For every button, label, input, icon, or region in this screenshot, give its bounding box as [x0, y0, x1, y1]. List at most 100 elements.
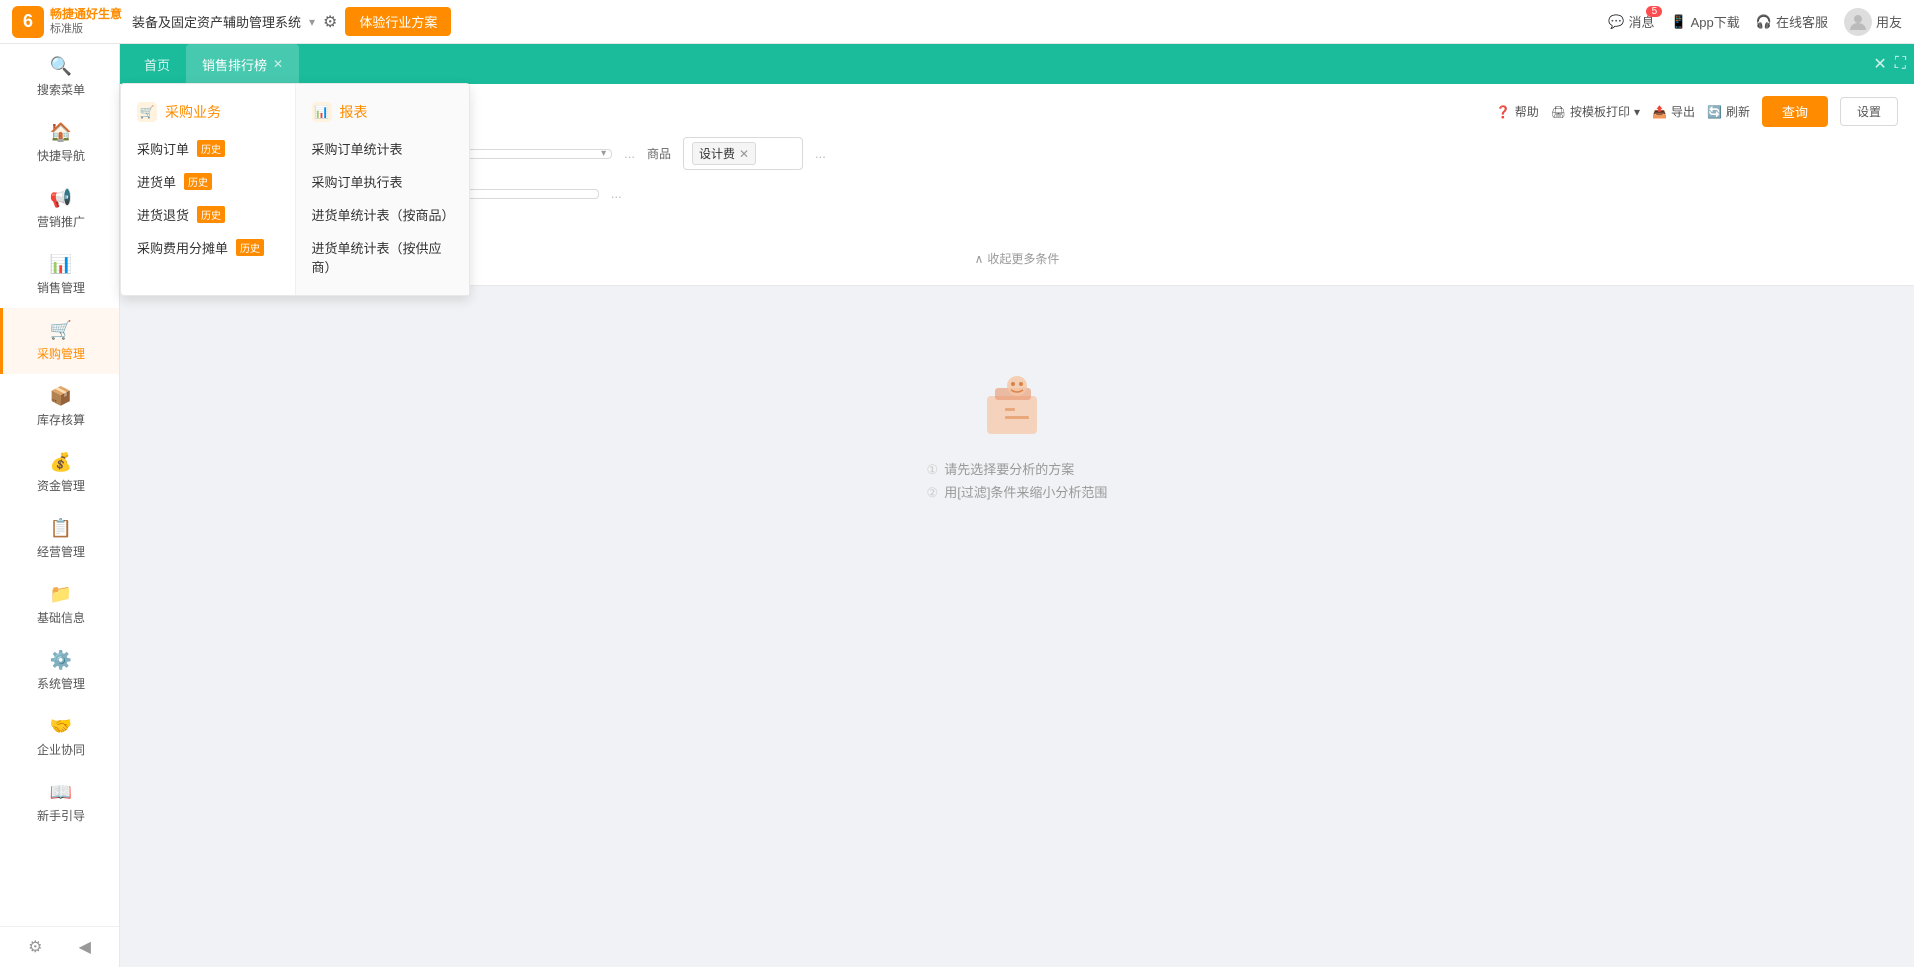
messages-icon: 💬: [1608, 14, 1624, 30]
history-tag-3: 历史: [236, 239, 264, 256]
header-right: 💬 5 消息 📱 App下载 🎧 在线客服 用友: [1608, 8, 1902, 36]
help-icon: ❓: [1496, 105, 1511, 119]
refresh-icon: 🔄: [1707, 105, 1722, 119]
sidebar-item-basic[interactable]: 📁 基础信息: [0, 572, 119, 638]
online-service-btn[interactable]: 🎧 在线客服: [1756, 12, 1828, 31]
system-icon: ⚙️: [50, 650, 72, 671]
product-tag: 设计费 ✕: [692, 142, 756, 165]
product-label: 商品: [647, 145, 671, 162]
logo-area: 6 畅捷通好生意 标准版: [12, 6, 132, 38]
sidebar-item-finance[interactable]: 💰 资金管理: [0, 440, 119, 506]
sidebar-label-finance: 资金管理: [37, 477, 85, 494]
inventory-icon: 📦: [50, 386, 72, 407]
sidebar-label-operations: 经营管理: [37, 543, 85, 560]
dropdown-item-purchase-order-stat[interactable]: 采购订单统计表: [296, 132, 470, 165]
sidebar-label-enterprise: 企业协同: [37, 741, 85, 758]
sidebar-item-marketing[interactable]: 📢 营销推广: [0, 176, 119, 242]
empty-text: 请先选择要分析的方案 用[过滤]条件来缩小分析范围: [927, 458, 1108, 505]
sidebar-settings-icon[interactable]: ⚙: [28, 937, 42, 957]
tab-bar-right: ✕ ⛶: [1873, 54, 1906, 74]
sidebar-item-operations[interactable]: 📋 经营管理: [0, 506, 119, 572]
system-dropdown-arrow[interactable]: ▾: [309, 15, 315, 29]
enterprise-icon: 🤝: [50, 716, 72, 737]
sidebar-label-search: 搜索菜单: [37, 81, 85, 98]
help-btn[interactable]: ❓ 帮助: [1496, 103, 1539, 120]
sidebar-label-quicknav: 快捷导航: [37, 147, 85, 164]
tab-close-btn[interactable]: ✕: [1873, 54, 1886, 74]
tab-bar: 首页 销售排行榜 ✕ ✕ ⛶: [120, 44, 1914, 84]
tab-close-icon[interactable]: ✕: [273, 57, 283, 71]
history-tag-0: 历史: [197, 140, 225, 157]
product-dots[interactable]: ...: [815, 146, 826, 161]
print-dropdown-icon[interactable]: ▾: [1634, 105, 1640, 119]
query-btn[interactable]: 查询: [1762, 96, 1828, 127]
export-btn[interactable]: 📤 导出: [1652, 103, 1695, 120]
dropdown-col-report: 📊 报表 采购订单统计表 采购订单执行表 进货单统计表（按商品） 进货单统计表（…: [295, 84, 470, 295]
collapse-arrow: ∧: [975, 252, 984, 266]
marketing-icon: 📢: [50, 188, 72, 209]
export-icon: 📤: [1652, 105, 1667, 119]
sidebar-item-enterprise[interactable]: 🤝 企业协同: [0, 704, 119, 770]
dropdown-label-gs-product: 进货单统计表（按商品）: [312, 205, 454, 224]
report-col-icon: 📊: [312, 102, 332, 122]
user-btn[interactable]: 用友: [1844, 8, 1902, 36]
history-tag-2: 历史: [197, 206, 225, 223]
dropdown-col-header-report: 📊 报表: [296, 96, 470, 132]
product-tag-close[interactable]: ✕: [739, 147, 749, 161]
sidebar-item-inventory[interactable]: 📦 库存核算: [0, 374, 119, 440]
dropdown-label-purchase-order: 采购订单: [137, 139, 189, 158]
settings-btn[interactable]: 设置: [1840, 97, 1898, 126]
industry-btn[interactable]: 体验行业方案: [345, 7, 451, 36]
sidebar-item-newbie[interactable]: 📖 新手引导: [0, 770, 119, 836]
empty-icon: [967, 366, 1067, 446]
app-label: App下载: [1691, 12, 1740, 31]
sidebar-label-purchase: 采购管理: [37, 345, 85, 362]
header-settings-icon[interactable]: ⚙: [323, 12, 337, 32]
tab-home-label: 首页: [144, 55, 170, 74]
refresh-btn[interactable]: 🔄 刷新: [1707, 103, 1750, 120]
dropdown-item-purchase-expense[interactable]: 采购费用分摊单 历史: [121, 231, 295, 264]
tab-expand-btn[interactable]: ⛶: [1895, 55, 1906, 73]
sidebar-item-purchase[interactable]: 🛒 采购管理: [0, 308, 119, 374]
search-icon: 🔍: [50, 56, 72, 77]
sidebar-label-sales: 销售管理: [37, 279, 85, 296]
collapse-text: 收起更多条件: [987, 250, 1059, 267]
dropdown-item-goods-stat-supplier[interactable]: 进货单统计表（按供应商）: [296, 231, 470, 283]
dropdown-label-gs-supplier: 进货单统计表（按供应商）: [312, 238, 454, 276]
sidebar-item-sales[interactable]: 📊 销售管理: [0, 242, 119, 308]
app-download-btn[interactable]: 📱 App下载: [1670, 12, 1739, 31]
dropdown-col-header-purchase: 🛒 采购业务: [121, 96, 295, 132]
sidebar-item-system[interactable]: ⚙️ 系统管理: [0, 638, 119, 704]
dropdown-label-po-stat: 采购订单统计表: [312, 139, 403, 158]
sales-icon: 📊: [50, 254, 72, 275]
tab-sales-rank[interactable]: 销售排行榜 ✕: [186, 44, 299, 84]
operations-icon: 📋: [50, 518, 72, 539]
dropdown-item-purchase-order-exec[interactable]: 采购订单执行表: [296, 165, 470, 198]
dropdown-item-goods-receipt[interactable]: 进货单 历史: [121, 165, 295, 198]
app-icon: 📱: [1670, 14, 1686, 30]
sidebar: 🔍 搜索菜单 🏠 快捷导航 📢 营销推广 📊 销售管理 🛒 采购管理 📦 库存核…: [0, 44, 120, 967]
messages-btn[interactable]: 💬 5 消息: [1608, 12, 1654, 31]
dropdown-label-goods-return: 进货退货: [137, 205, 189, 224]
dropdown-item-goods-stat-product[interactable]: 进货单统计表（按商品）: [296, 198, 470, 231]
sidebar-label-newbie: 新手引导: [37, 807, 85, 824]
product-input[interactable]: 设计费 ✕: [683, 137, 803, 170]
staff-dots[interactable]: ...: [611, 186, 622, 201]
print-btn[interactable]: 🖨 按模板打印 ▾: [1551, 103, 1640, 120]
sidebar-item-search[interactable]: 🔍 搜索菜单: [0, 44, 119, 110]
logo-text: 畅捷通好生意 标准版: [50, 7, 122, 37]
dropdown-col-title-purchase: 采购业务: [165, 102, 221, 122]
sidebar-bottom: ⚙ ◀: [0, 926, 119, 967]
dropdown-menu: 🛒 采购业务 采购订单 历史 进货单 历史 进货退货 历史 采购费用分摊单 历史…: [120, 83, 470, 296]
dropdown-item-goods-return[interactable]: 进货退货 历史: [121, 198, 295, 231]
newbie-icon: 📖: [50, 782, 72, 803]
history-tag-1: 历史: [184, 173, 212, 190]
dropdown-item-purchase-order[interactable]: 采购订单 历史: [121, 132, 295, 165]
user-avatar: [1844, 8, 1872, 36]
service-icon: 🎧: [1756, 14, 1772, 30]
sidebar-collapse-icon[interactable]: ◀: [79, 937, 91, 957]
tab-home[interactable]: 首页: [128, 44, 186, 84]
status-dots[interactable]: ...: [624, 146, 635, 161]
dropdown-label-goods-receipt: 进货单: [137, 172, 176, 191]
sidebar-item-quicknav[interactable]: 🏠 快捷导航: [0, 110, 119, 176]
